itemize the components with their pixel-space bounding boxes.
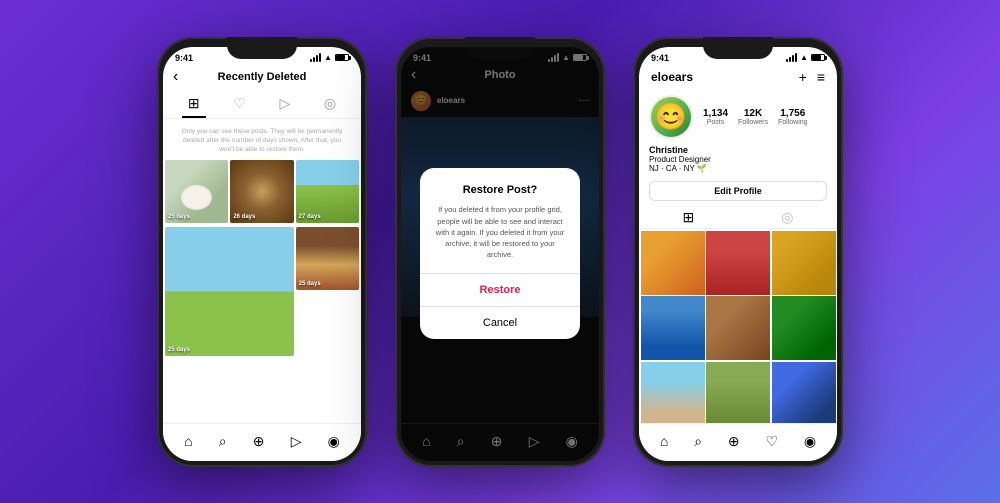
profile-header: eloears + ≡ bbox=[639, 67, 837, 89]
tab-tagged-icon[interactable]: ◎ bbox=[781, 209, 793, 226]
modal-body: If you deleted it from your profile grid… bbox=[432, 204, 568, 260]
phone-recently-deleted: 9:41 ▲ ‹ Recently Deleted ⊞ ♡ ▷ ◎ bbox=[157, 37, 367, 467]
tab-grid-icon[interactable]: ⊞ bbox=[683, 209, 695, 226]
modal-title: Restore Post? bbox=[432, 184, 568, 196]
status-time: 9:41 bbox=[651, 53, 669, 63]
nav-search-icon[interactable]: ⌕ bbox=[694, 433, 702, 450]
profile-stats: 1,134 Posts 12K Followers 1,756 Followin… bbox=[703, 108, 827, 126]
wifi-icon: ▲ bbox=[800, 53, 808, 62]
signal-bars-icon bbox=[310, 53, 321, 62]
battery-icon bbox=[335, 54, 349, 61]
cancel-button[interactable]: Cancel bbox=[432, 307, 568, 339]
tab-like[interactable]: ♡ bbox=[227, 91, 252, 118]
status-icons: ▲ bbox=[786, 53, 825, 62]
profile-photo-grid bbox=[639, 231, 837, 426]
thumb-label-4: 25 days bbox=[168, 347, 190, 353]
profile-photo-3[interactable] bbox=[772, 231, 836, 295]
battery-icon bbox=[811, 54, 825, 61]
status-time: 9:41 bbox=[175, 53, 193, 63]
phone-screen: 9:41 ▲ ‹ Recently Deleted ⊞ ♡ ▷ ◎ bbox=[163, 47, 361, 461]
profile-photo-6[interactable] bbox=[772, 296, 836, 360]
thumb-label-3: 27 days bbox=[299, 214, 321, 220]
photo-thumb-2[interactable]: 26 days bbox=[230, 160, 293, 223]
nav-search-icon[interactable]: ⌕ bbox=[219, 433, 227, 450]
stat-posts: 1,134 Posts bbox=[703, 108, 728, 126]
menu-icon[interactable]: ≡ bbox=[817, 69, 825, 85]
thumb-label-1: 25 days bbox=[168, 214, 190, 220]
status-icons: ▲ bbox=[310, 53, 349, 62]
phone-screen: 9:41 ▲ ‹ Photo 😊 eloears ··· bbox=[401, 47, 599, 461]
phone-notch bbox=[703, 37, 773, 59]
nav-profile-icon[interactable]: ◉ bbox=[804, 433, 816, 450]
nav-add-icon[interactable]: ⊕ bbox=[728, 433, 740, 450]
edit-profile-button[interactable]: Edit Profile bbox=[649, 181, 827, 201]
photo-thumb-3[interactable]: 27 days bbox=[296, 160, 359, 223]
profile-photo-7[interactable] bbox=[641, 362, 705, 426]
wifi-icon: ▲ bbox=[324, 53, 332, 62]
phone-profile: 9:41 ▲ eloears + ≡ bbox=[633, 37, 843, 467]
bio-name: Christine bbox=[649, 145, 827, 155]
thumb-label-5: 25 days bbox=[299, 281, 321, 287]
stat-followers: 12K Followers bbox=[738, 108, 768, 126]
phone-photo-restore: 9:41 ▲ ‹ Photo 😊 eloears ··· bbox=[395, 37, 605, 467]
nav-shop-icon[interactable]: ♡ bbox=[765, 433, 778, 450]
phone-notch bbox=[227, 37, 297, 59]
photo-thumb-4[interactable]: 25 days bbox=[165, 227, 294, 356]
posts-label: Posts bbox=[703, 119, 728, 126]
thumb-label-2: 26 days bbox=[233, 214, 255, 220]
header-actions: + ≡ bbox=[799, 69, 825, 85]
photo-grid-row2: 25 days 25 days bbox=[163, 225, 361, 358]
following-label: Following bbox=[778, 119, 808, 126]
avatar-image bbox=[651, 97, 691, 137]
tab-grid[interactable]: ⊞ bbox=[182, 91, 206, 118]
followers-count: 12K bbox=[738, 108, 768, 119]
thumb-image-grass bbox=[165, 227, 294, 356]
phone-screen: 9:41 ▲ eloears + ≡ bbox=[639, 47, 837, 461]
modal-overlay: Restore Post? If you deleted it from you… bbox=[401, 47, 599, 461]
photo-thumb-5[interactable]: 25 days bbox=[296, 227, 359, 290]
profile-photo-4[interactable] bbox=[641, 296, 705, 360]
bio-title: Product Designer bbox=[649, 155, 827, 164]
stat-following: 1,756 Following bbox=[778, 108, 808, 126]
photo-thumb-1[interactable]: 25 days bbox=[165, 160, 228, 223]
tab-tag[interactable]: ◎ bbox=[318, 91, 342, 118]
tab-video[interactable]: ▷ bbox=[273, 91, 296, 118]
profile-username: eloears bbox=[651, 70, 693, 84]
nav-reels-icon[interactable]: ▷ bbox=[291, 433, 302, 450]
profile-bio: Christine Product Designer NJ · CA · NY … bbox=[639, 145, 837, 177]
profile-photo-1[interactable] bbox=[641, 231, 705, 295]
signal-bars-icon bbox=[786, 53, 797, 62]
followers-label: Followers bbox=[738, 119, 768, 126]
profile-photo-8[interactable] bbox=[706, 362, 770, 426]
profile-section: 1,134 Posts 12K Followers 1,756 Followin… bbox=[639, 89, 837, 145]
bottom-nav: ⌂ ⌕ ⊕ ▷ ◉ bbox=[163, 423, 361, 461]
media-tabs: ⊞ ♡ ▷ ◎ bbox=[163, 87, 361, 119]
posts-count: 1,134 bbox=[703, 108, 728, 119]
profile-photo-2[interactable] bbox=[706, 231, 770, 295]
page-title: Recently Deleted bbox=[218, 71, 307, 83]
phone1-header: ‹ Recently Deleted bbox=[163, 67, 361, 87]
content-tabs: ⊞ ◎ bbox=[639, 205, 837, 229]
nav-home-icon[interactable]: ⌂ bbox=[184, 433, 192, 449]
profile-avatar bbox=[649, 95, 693, 139]
bio-location: NJ · CA · NY 🌱 bbox=[649, 164, 827, 173]
restore-modal: Restore Post? If you deleted it from you… bbox=[420, 168, 580, 338]
add-content-icon[interactable]: + bbox=[799, 69, 807, 85]
restore-button[interactable]: Restore bbox=[432, 274, 568, 306]
nav-profile-icon[interactable]: ◉ bbox=[328, 433, 340, 450]
profile-photo-5[interactable] bbox=[706, 296, 770, 360]
nav-home-icon[interactable]: ⌂ bbox=[660, 433, 668, 449]
nav-add-icon[interactable]: ⊕ bbox=[253, 433, 265, 450]
deleted-notice: Only you can see these posts. They will … bbox=[163, 123, 361, 158]
back-button[interactable]: ‹ bbox=[173, 68, 178, 86]
photo-grid-row1: 25 days 26 days 27 days bbox=[163, 158, 361, 225]
bottom-nav: ⌂ ⌕ ⊕ ♡ ◉ bbox=[639, 423, 837, 461]
profile-photo-9[interactable] bbox=[772, 362, 836, 426]
following-count: 1,756 bbox=[778, 108, 808, 119]
